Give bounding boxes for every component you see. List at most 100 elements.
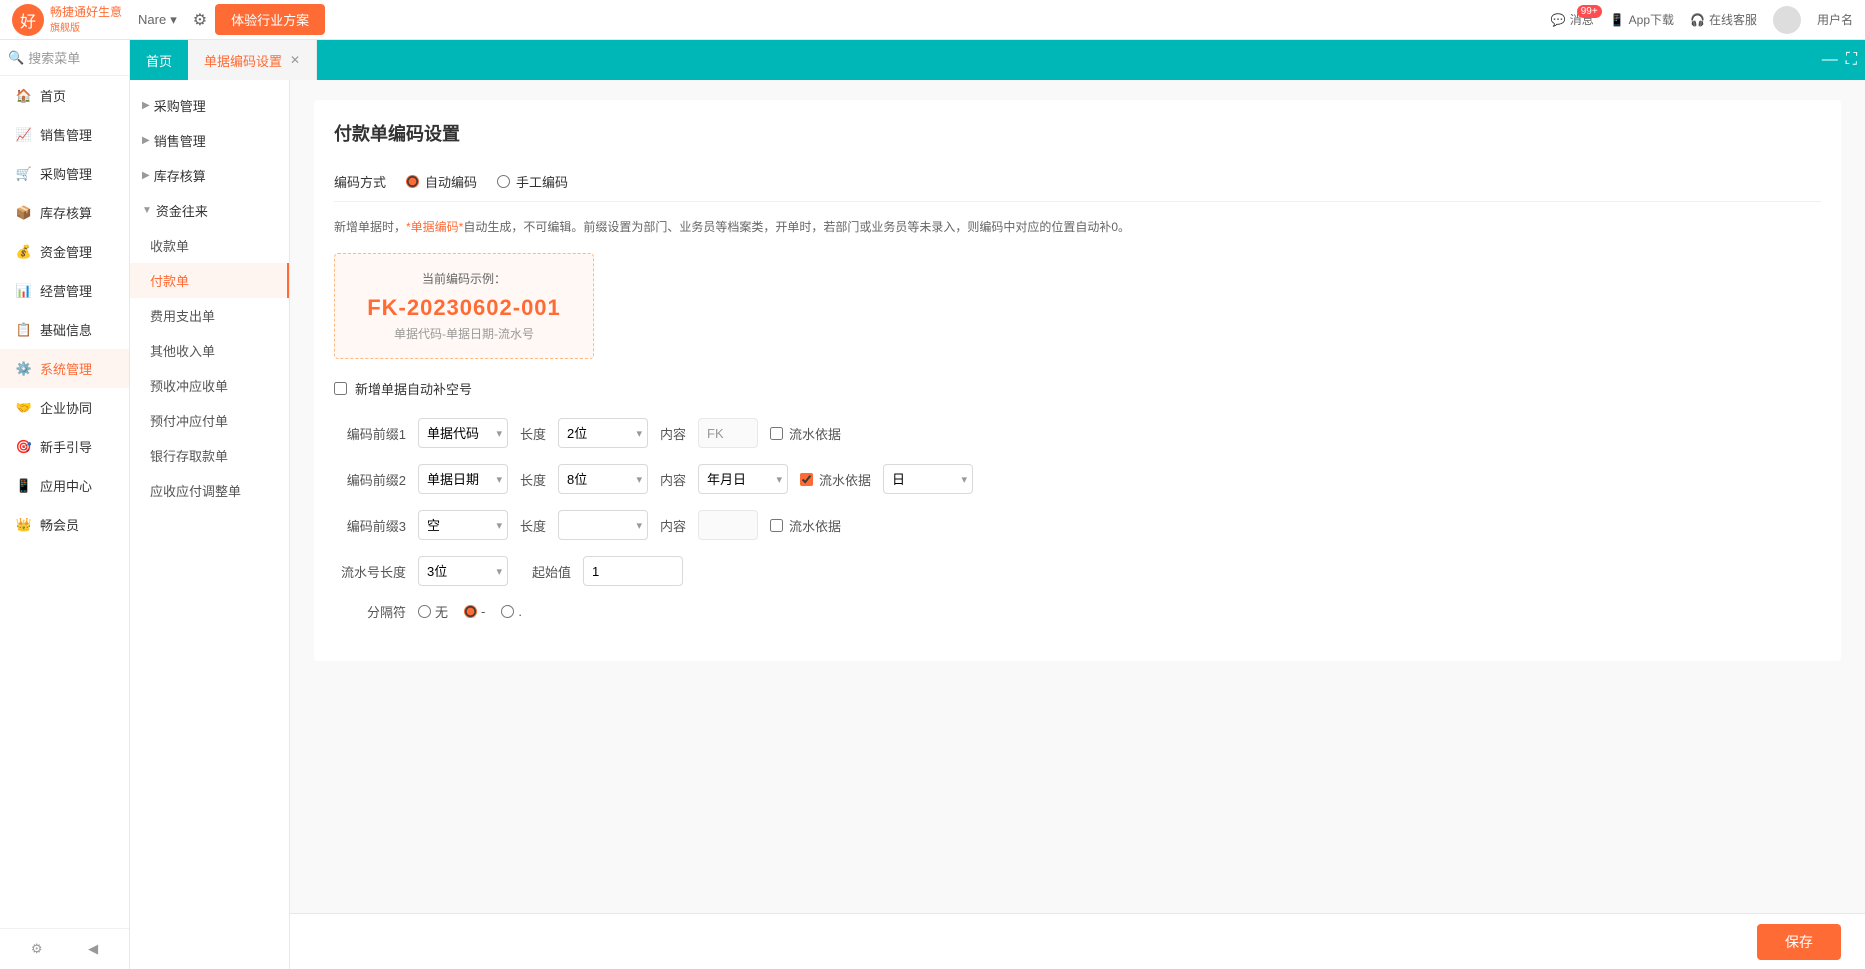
sidebar-search[interactable]: 🔍 搜索菜单 [0, 40, 129, 76]
stream-length-select[interactable]: 3位 [418, 556, 508, 586]
sidebar-item-member[interactable]: 👑 畅会员 [0, 505, 129, 544]
experience-button[interactable]: 体验行业方案 [215, 4, 325, 35]
service-icon: 🎧 [1690, 13, 1705, 27]
tab-encoding[interactable]: 单据编码设置 ✕ [188, 40, 317, 80]
auto-fill-checkbox[interactable] [334, 382, 347, 395]
sidebar-collapse-btn[interactable]: ◀ [84, 937, 102, 961]
separator-none-label[interactable]: 无 [418, 602, 448, 621]
sub-item-adjustment[interactable]: 应收应付调整单 [130, 473, 289, 508]
tab-minimize-btn[interactable]: — [1822, 51, 1838, 69]
stream-length-wrapper[interactable]: 3位 [418, 556, 508, 586]
separator-dot-label[interactable]: . [501, 604, 522, 619]
sub-group-header-funds[interactable]: ▼ 资金往来 [130, 193, 289, 228]
sub-group-funds: ▼ 资金往来 收款单 付款单 费用支出单 其他收入单 预收冲应收单 预付冲应付单… [130, 193, 289, 508]
app-download-action[interactable]: 📱 App下载 [1610, 11, 1674, 28]
separator-none-text: 无 [435, 602, 448, 621]
sub-item-bank[interactable]: 银行存取款单 [130, 438, 289, 473]
sub-item-payment[interactable]: 付款单 [130, 263, 289, 298]
prefix3-select[interactable]: 空 [418, 510, 508, 540]
message-badge: 99+ [1577, 5, 1602, 18]
separator-dash-radio[interactable] [464, 605, 477, 618]
sidebar-label-home: 首页 [40, 86, 66, 105]
sub-item-pre-receipt-offset[interactable]: 预收冲应收单 [130, 368, 289, 403]
sidebar-item-home[interactable]: 🏠 首页 [0, 76, 129, 115]
user-avatar [1773, 6, 1801, 34]
settings-icon[interactable]: ⚙ [193, 10, 207, 30]
system-icon: ⚙️ [16, 361, 32, 377]
separator-dash-label[interactable]: - [464, 604, 485, 619]
prefix2-length-wrapper[interactable]: 8位 [558, 464, 648, 494]
sidebar-item-guide[interactable]: 🎯 新手引导 [0, 427, 129, 466]
sub-item-expense[interactable]: 费用支出单 [130, 298, 289, 333]
sidebar-item-enterprise[interactable]: 🤝 企业协同 [0, 388, 129, 427]
auto-encoding-label[interactable]: 自动编码 [406, 172, 477, 191]
sub-group-header-inventory[interactable]: ▶ 库存核算 [130, 158, 289, 193]
sidebar-item-system[interactable]: ⚙️ 系统管理 [0, 349, 129, 388]
prefix1-stream-label[interactable]: 流水依据 [770, 424, 841, 443]
sub-group-header-sales[interactable]: ▶ 销售管理 [130, 123, 289, 158]
prefix2-unit-select[interactable]: 日 [883, 464, 973, 494]
home-icon: 🏠 [16, 88, 32, 104]
tab-home[interactable]: 首页 [130, 40, 188, 80]
service-label: 在线客服 [1709, 11, 1757, 28]
prefix2-content-select[interactable]: 年月日 [698, 464, 788, 494]
prefix2-content-label: 内容 [660, 470, 686, 489]
service-action[interactable]: 🎧 在线客服 [1690, 11, 1757, 28]
prefix1-select[interactable]: 单据代码 [418, 418, 508, 448]
sidebar-item-sales[interactable]: 📈 销售管理 [0, 115, 129, 154]
prefix3-length-wrapper[interactable] [558, 510, 648, 540]
prefix3-select-wrapper[interactable]: 空 [418, 510, 508, 540]
prefix1-select-wrapper[interactable]: 单据代码 [418, 418, 508, 448]
separator-dot-radio[interactable] [501, 605, 514, 618]
sidebar-item-finance[interactable]: 💰 资金管理 [0, 232, 129, 271]
prefix2-select[interactable]: 单据日期 [418, 464, 508, 494]
sub-group-header-purchase[interactable]: ▶ 采购管理 [130, 88, 289, 123]
bottom-bar: 保存 [290, 913, 1865, 969]
prefix1-stream-checkbox[interactable] [770, 427, 783, 440]
prefix2-select-wrapper[interactable]: 单据日期 [418, 464, 508, 494]
tab-encoding-label: 单据编码设置 [204, 51, 282, 70]
auto-encoding-radio[interactable] [406, 175, 419, 188]
sidebar-settings-btn[interactable]: ⚙ [27, 937, 47, 961]
prefix3-row: 编码前缀3 空 长度 [334, 510, 1821, 540]
sidebar-item-purchase[interactable]: 🛒 采购管理 [0, 154, 129, 193]
save-button[interactable]: 保存 [1757, 924, 1841, 960]
start-value-input[interactable] [583, 556, 683, 586]
member-icon: 👑 [16, 517, 32, 533]
prefix2-content-wrapper[interactable]: 年月日 [698, 464, 788, 494]
sidebar-item-app[interactable]: 📱 应用中心 [0, 466, 129, 505]
prefix2-stream-label[interactable]: 流水依据 [800, 470, 871, 489]
prefix1-stream-text: 流水依据 [789, 424, 841, 443]
prefix1-length-wrapper[interactable]: 2位 [558, 418, 648, 448]
enterprise-icon: 🤝 [16, 400, 32, 416]
message-action[interactable]: 💬 消息 99+ [1551, 11, 1594, 28]
prefix1-length-label: 长度 [520, 424, 546, 443]
tab-maximize-btn[interactable]: ⛶ [1846, 51, 1857, 69]
sub-item-pre-payment-offset[interactable]: 预付冲应付单 [130, 403, 289, 438]
prefix2-length-select[interactable]: 8位 [558, 464, 648, 494]
prefix3-stream-checkbox[interactable] [770, 519, 783, 532]
separator-none-radio[interactable] [418, 605, 431, 618]
prefix2-unit-wrapper[interactable]: 日 [883, 464, 973, 494]
prefix3-length-select[interactable] [558, 510, 648, 540]
nav-dropdown[interactable]: Nare ▾ [130, 8, 185, 32]
sidebar-item-business[interactable]: 📊 经营管理 [0, 271, 129, 310]
prefix2-stream-checkbox[interactable] [800, 473, 813, 486]
sidebar-item-inventory[interactable]: 📦 库存核算 [0, 193, 129, 232]
sub-item-other-income[interactable]: 其他收入单 [130, 333, 289, 368]
manual-encoding-label[interactable]: 手工编码 [497, 172, 568, 191]
chevron-down-icon: ▾ [170, 12, 177, 28]
search-icon: 🔍 [8, 50, 24, 66]
tab-encoding-close[interactable]: ✕ [290, 53, 300, 67]
prefix3-stream-label[interactable]: 流水依据 [770, 516, 841, 535]
sidebar-item-basic[interactable]: 📋 基础信息 [0, 310, 129, 349]
manual-encoding-radio[interactable] [497, 175, 510, 188]
prefix1-length-select[interactable]: 2位 [558, 418, 648, 448]
sidebar-label-sales: 销售管理 [40, 125, 92, 144]
sidebar-label-member: 畅会员 [40, 515, 79, 534]
stream-length-row: 流水号长度 3位 起始值 [334, 556, 1821, 586]
separator-row: 分隔符 无 - [334, 602, 1821, 621]
sub-item-receipt[interactable]: 收款单 [130, 228, 289, 263]
nav-dropdown-text: Nare [138, 12, 166, 27]
prefix2-row: 编码前缀2 单据日期 长度 8位 [334, 464, 1821, 494]
